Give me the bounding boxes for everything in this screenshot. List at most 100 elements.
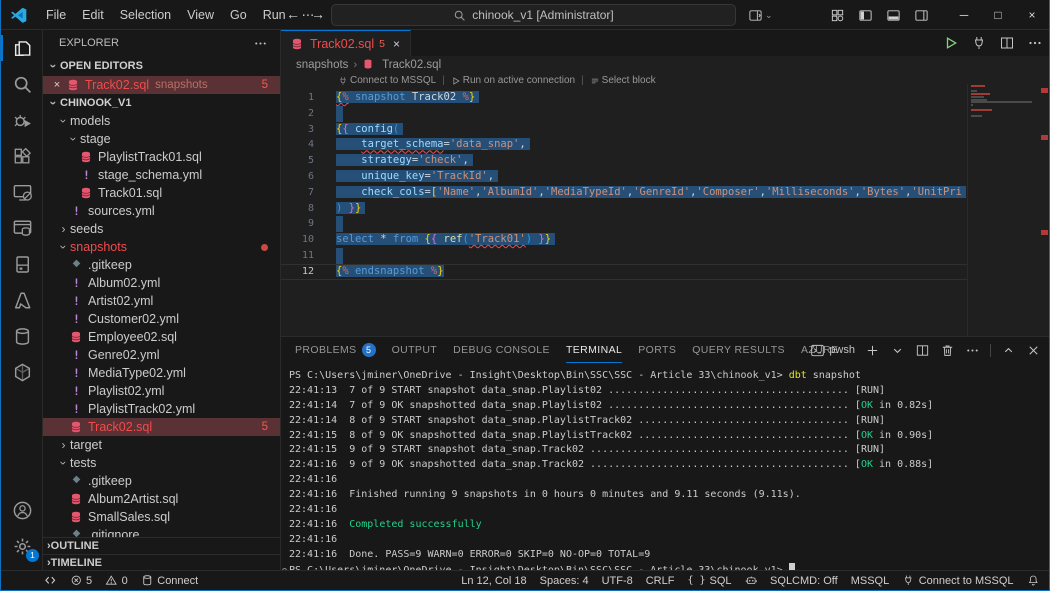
menu-view[interactable]: View xyxy=(179,4,222,26)
status-connect-to-mssql[interactable]: Connect to MSSQL xyxy=(902,574,1014,587)
tree-item-.gitkeep[interactable]: ◆ .gitkeep xyxy=(43,472,280,490)
workspace-header[interactable]: › CHINOOK_V1 xyxy=(43,94,280,112)
split-terminal[interactable] xyxy=(915,343,930,358)
tree-item-target[interactable]: › target xyxy=(43,436,280,454)
close-editor-icon[interactable]: × xyxy=(50,79,64,91)
customize-layout-icon[interactable] xyxy=(830,8,845,23)
panel-tab-query-results[interactable]: QUERY RESULTS xyxy=(692,337,785,363)
open-editor-track02[interactable]: × Track02.sql snapshots 5 xyxy=(43,76,280,94)
tree-item-.gitignore[interactable]: ◆ .gitignore xyxy=(43,526,280,537)
activitybar-dbt-power-user[interactable] xyxy=(1,354,43,390)
layout-toggle-button[interactable]: ⌄ xyxy=(748,5,773,25)
panel-tab-output[interactable]: OUTPUT xyxy=(392,337,438,363)
tree-item-employee02.sql[interactable]: Employee02.sql xyxy=(43,328,280,346)
code-line-11[interactable]: 11 xyxy=(281,247,967,264)
tree-item-playlisttrack01.sql[interactable]: PlaylistTrack01.sql xyxy=(43,148,280,166)
code-editor[interactable]: Connect to MSSQL | Run on active connectio… xyxy=(281,74,1049,336)
tree-item-mediatype02.yml[interactable]: ! MediaType02.yml xyxy=(43,364,280,382)
toggle-secondary-sidebar-icon[interactable] xyxy=(914,8,929,23)
status-indentation[interactable]: Spaces: 4 xyxy=(540,575,589,587)
close-panel[interactable] xyxy=(1026,343,1041,358)
code-line-8[interactable]: 8) }} xyxy=(281,201,967,217)
open-editors-header[interactable]: › OPEN EDITORS xyxy=(43,56,280,76)
code-line-5[interactable]: 5 strategy='check', xyxy=(281,153,967,169)
activitybar-accounts[interactable] xyxy=(1,492,43,528)
code-line-10[interactable]: 10 select * from {{ ref('Track01') }} xyxy=(281,232,967,248)
status-mssql[interactable]: MSSQL xyxy=(851,575,890,587)
tree-item-track02.sql[interactable]: Track02.sql 5 xyxy=(43,418,280,436)
tab-close-icon[interactable]: × xyxy=(393,37,400,51)
tree-item-tests[interactable]: › tests xyxy=(43,454,280,472)
activitybar-settings[interactable]: 1 xyxy=(1,528,43,564)
status-warnings[interactable]: 0 xyxy=(105,574,128,587)
status-language-mode[interactable]: { } SQL xyxy=(687,575,731,587)
toggle-panel-icon[interactable] xyxy=(886,8,901,23)
status-eol[interactable]: CRLF xyxy=(646,575,675,587)
status-sql-connect[interactable]: Connect xyxy=(141,574,198,587)
back-button[interactable]: ← xyxy=(282,0,304,30)
status-copilot[interactable] xyxy=(745,574,758,587)
code-line-7[interactable]: 7 check_cols=['Name','AlbumId','MediaTyp… xyxy=(281,185,967,201)
activitybar-azure[interactable] xyxy=(1,282,43,318)
maximize-panel[interactable] xyxy=(1001,343,1016,358)
shell-pwsh[interactable]: pwsh xyxy=(810,343,855,358)
tree-item-.gitkeep[interactable]: ◆ .gitkeep xyxy=(43,256,280,274)
forward-button[interactable]: → xyxy=(307,0,329,30)
tree-item-album02.yml[interactable]: ! Album02.yml xyxy=(43,274,280,292)
codelens-connect-to-mssql[interactable]: Connect to MSSQL xyxy=(338,75,436,86)
activitybar-search[interactable] xyxy=(1,66,43,102)
code-line-6[interactable]: 6 unique_key='TrackId', xyxy=(281,169,967,185)
terminal-more-actions[interactable] xyxy=(965,343,980,358)
panel-tab-problems[interactable]: PROBLEMS 5 xyxy=(295,337,376,363)
panel-tab-debug-console[interactable]: DEBUG CONSOLE xyxy=(453,337,550,363)
tree-item-track01.sql[interactable]: Track01.sql xyxy=(43,184,280,202)
activitybar-server-explorer[interactable] xyxy=(1,246,43,282)
terminal-output[interactable]: PS C:\Users\jminer\OneDrive - Insight\De… xyxy=(281,363,1049,570)
code-line-4[interactable]: 4 target_schema='data_snap', xyxy=(281,137,967,153)
run-query-icon[interactable] xyxy=(943,35,959,51)
activitybar-sql-database[interactable] xyxy=(1,318,43,354)
tree-item-stage[interactable]: › stage xyxy=(43,130,280,148)
tree-item-snapshots[interactable]: › snapshots xyxy=(43,238,280,256)
kill-terminal[interactable] xyxy=(940,343,955,358)
new-terminal[interactable] xyxy=(865,343,880,358)
tree-item-artist02.yml[interactable]: ! Artist02.yml xyxy=(43,292,280,310)
tree-item-smallsales.sql[interactable]: SmallSales.sql xyxy=(43,508,280,526)
codelens-select-block[interactable]: Select block xyxy=(590,75,656,86)
activitybar-database-projects[interactable] xyxy=(1,210,43,246)
tree-item-stage_schema.yml[interactable]: ! stage_schema.yml xyxy=(43,166,280,184)
outline-section[interactable]: › OUTLINE xyxy=(43,537,280,554)
tree-item-seeds[interactable]: › seeds xyxy=(43,220,280,238)
tree-item-models[interactable]: › models xyxy=(43,112,280,130)
panel-tab-terminal[interactable]: TERMINAL xyxy=(565,337,623,363)
close-button[interactable]: × xyxy=(1015,0,1049,30)
tree-item-sources.yml[interactable]: ! sources.yml xyxy=(43,202,280,220)
panel-tab-ports[interactable]: PORTS xyxy=(638,337,676,363)
code-line-12[interactable]: 12 {% endsnapshot %} xyxy=(281,263,967,280)
codelens-run-on-active-connection[interactable]: Run on active connection xyxy=(451,75,575,86)
status-notifications[interactable] xyxy=(1027,574,1040,587)
command-center-search[interactable]: chinook_v1 [Administrator] xyxy=(331,4,736,26)
minimize-button[interactable]: ─ xyxy=(947,0,981,30)
code-line-3[interactable]: 3{{ config( xyxy=(281,122,967,138)
menu-go[interactable]: Go xyxy=(222,4,255,26)
explorer-more-actions-icon[interactable] xyxy=(253,36,268,51)
activitybar-explorer[interactable] xyxy=(1,30,43,66)
code-line-1[interactable]: 1 {% snapshot Track02 %} xyxy=(281,90,967,106)
code-line-9[interactable]: 9 xyxy=(281,216,967,233)
maximize-button[interactable]: □ xyxy=(981,0,1015,30)
status-remote-indicator[interactable] xyxy=(44,574,57,587)
launch-profile[interactable] xyxy=(890,343,905,358)
breadcrumb[interactable]: snapshots › Track02.sql xyxy=(281,56,1049,74)
tree-item-genre02.yml[interactable]: ! Genre02.yml xyxy=(43,346,280,364)
toggle-sidebar-icon[interactable] xyxy=(858,8,873,23)
connect-plug-icon[interactable] xyxy=(971,35,987,51)
breadcrumb-file[interactable]: Track02.sql xyxy=(382,59,441,71)
timeline-section[interactable]: › TIMELINE xyxy=(43,554,280,570)
code-line-2[interactable]: 2 xyxy=(281,105,967,122)
tree-item-customer02.yml[interactable]: ! Customer02.yml xyxy=(43,310,280,328)
split-editor-icon[interactable] xyxy=(999,35,1015,51)
tree-item-playlisttrack02.yml[interactable]: ! PlaylistTrack02.yml xyxy=(43,400,280,418)
menu-selection[interactable]: Selection xyxy=(112,4,179,26)
activitybar-extensions[interactable] xyxy=(1,138,43,174)
